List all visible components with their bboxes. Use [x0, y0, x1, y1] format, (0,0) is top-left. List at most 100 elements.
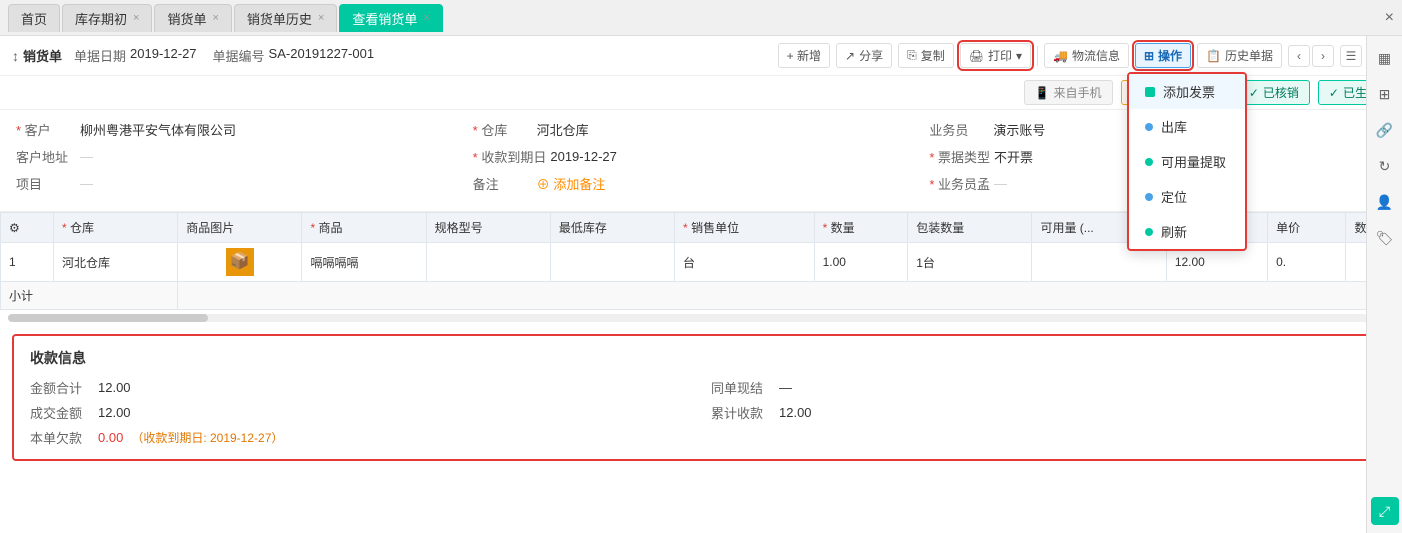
payment-info-title: 收款信息 [30, 348, 1372, 368]
cell-unit: 台 [675, 243, 815, 282]
global-close-button[interactable]: × [1385, 9, 1394, 27]
tab-sales-order[interactable]: 销货单 × [154, 4, 231, 32]
col-warehouse: 仓库 [54, 213, 178, 243]
sidebar-layout1-icon[interactable]: ▦ [1371, 44, 1399, 72]
payment-date-field: 收款到期日 2019-12-27 [473, 147, 930, 166]
tab-view-sales-close[interactable]: × [423, 12, 429, 24]
effective-icon: ✓ [1329, 86, 1339, 100]
cell-warehouse: 河北仓库 [54, 243, 178, 282]
horizontal-scrollbar[interactable] [8, 314, 1394, 322]
owe-item: 本单欠款 0.00 （收款到期日: 2019-12-27） [30, 428, 691, 447]
sidebar-link-icon[interactable]: 🔗 [1371, 116, 1399, 144]
col-settings[interactable]: ⚙ [1, 213, 54, 243]
tab-sales-history[interactable]: 销货单历史 × [234, 4, 337, 32]
dropdown-available-qty[interactable]: 可用量提取 [1129, 144, 1245, 179]
tab-sales-history-close[interactable]: × [318, 12, 324, 24]
doc-date: 单据日期 2019-12-27 [74, 46, 197, 65]
cell-spec [426, 243, 550, 282]
payment-info-panel: 收款信息 金额合计 12.00 同单现结 — 成交金额 12.00 [12, 334, 1390, 461]
doc-header: ↕ 销货单 单据日期 2019-12-27 单据编号 SA-20191227-0… [0, 36, 1402, 76]
print-icon: 🖨 [969, 49, 984, 63]
cell-product: 嗝嗝嗝嗝 [302, 243, 426, 282]
next-button[interactable]: › [1312, 45, 1334, 67]
cell-unit-price: 0. [1268, 243, 1346, 282]
doc-meta: 单据日期 2019-12-27 单据编号 SA-20191227-001 [74, 46, 766, 65]
copy-icon: ⎘ [907, 48, 917, 63]
operate-button[interactable]: ⊞ 操作 [1135, 43, 1191, 68]
print-button[interactable]: 🖨 打印 ▾ [960, 43, 1031, 68]
project-field: 项目 — [16, 174, 473, 193]
dropdown-outbound[interactable]: 出库 [1129, 109, 1245, 144]
note-field: 备注 ⊕ 添加备注 [473, 174, 930, 193]
locate-icon [1145, 193, 1153, 201]
right-sidebar: ▦ ⊞ 🔗 ↻ 👤 🏷 ⤢ [1366, 36, 1402, 533]
share-icon: ↗ [845, 49, 855, 63]
col-product-img: 商品图片 [178, 213, 302, 243]
cell-pkg-qty: 1台 [908, 243, 1032, 282]
sidebar-refresh-icon[interactable]: ↻ [1371, 152, 1399, 180]
col-unit: 销售单位 [675, 213, 815, 243]
toolbar-right: + 新增 ↗ 分享 ⎘ 复制 🖨 打印 ▾ [778, 43, 1390, 68]
add-invoice-icon [1145, 87, 1155, 97]
col-pkg-qty: 包装数量 [908, 213, 1032, 243]
separator [1037, 46, 1038, 66]
dropdown-locate[interactable]: 定位 [1129, 179, 1245, 214]
amount-total-item: 金额合计 12.00 [30, 378, 691, 397]
customer-field: 客户 柳州粤港平安气体有限公司 [16, 120, 473, 139]
outbound-icon [1145, 123, 1153, 131]
cell-qty: 1.00 [814, 243, 908, 282]
logistics-button[interactable]: 🚚 物流信息 [1044, 43, 1129, 68]
sidebar-layout2-icon[interactable]: ⊞ [1371, 80, 1399, 108]
history-icon: 📋 [1206, 49, 1221, 63]
cell-min-stock [550, 243, 674, 282]
dropdown-refresh[interactable]: 刷新 [1129, 214, 1245, 249]
dropdown-add-invoice[interactable]: 添加发票 [1129, 74, 1245, 109]
col-unit-price: 单价 [1268, 213, 1346, 243]
sales-order-icon: ↕ [12, 48, 19, 64]
doc-title: ↕ 销货单 [12, 46, 62, 65]
tab-sales-order-close[interactable]: × [212, 12, 218, 24]
doc-number: 单据编号 SA-20191227-001 [213, 46, 375, 65]
scrollbar-thumb[interactable] [8, 314, 208, 322]
sidebar-user-icon[interactable]: 👤 [1371, 188, 1399, 216]
cell-product-img: 📦 [178, 243, 302, 282]
operate-icon: ⊞ [1144, 49, 1154, 63]
sidebar-tag-icon[interactable]: 🏷 [1371, 224, 1399, 252]
sidebar-expand-icon[interactable]: ⤢ [1371, 497, 1399, 525]
dropdown-menu: 添加发票 出库 可用量提取 定位 刷新 [1127, 72, 1247, 251]
logistics-icon: 🚚 [1053, 49, 1068, 63]
deal-amount-item: 成交金额 12.00 [30, 403, 691, 422]
sold-button[interactable]: ✓ 已核销 [1238, 80, 1310, 105]
check-circle-icon: ✓ [1249, 86, 1259, 100]
print-arrow-icon: ▾ [1016, 49, 1022, 63]
settings-icon: ⚙ [9, 221, 20, 235]
add-note-button[interactable]: ⊕ 添加备注 [537, 174, 606, 193]
subtotal-label: 小计 [1, 282, 178, 310]
copy-button[interactable]: ⎘ 复制 [898, 43, 954, 68]
share-button[interactable]: ↗ 分享 [836, 43, 892, 68]
history-button[interactable]: 📋 历史单据 [1197, 43, 1282, 68]
col-min-stock: 最低库存 [550, 213, 674, 243]
tab-view-sales[interactable]: 查看销货单 × [339, 4, 442, 32]
same-order-item: 同单现结 — [711, 378, 1372, 397]
col-spec: 规格型号 [426, 213, 550, 243]
cell-num: 1 [1, 243, 54, 282]
col-product: 商品 [302, 213, 426, 243]
tab-inventory-init[interactable]: 库存期初 × [62, 4, 152, 32]
cumulative-item: 累计收款 12.00 [711, 403, 1372, 422]
list-view-button[interactable]: ☰ [1340, 45, 1362, 67]
warehouse-field: 仓库 河北仓库 [473, 120, 930, 139]
nav-arrows: ‹ › [1288, 45, 1334, 67]
tab-inventory-init-close[interactable]: × [133, 12, 139, 24]
prev-button[interactable]: ‹ [1288, 45, 1310, 67]
tab-home[interactable]: 首页 [8, 4, 60, 32]
tab-bar: 首页 库存期初 × 销货单 × 销货单历史 × 查看销货单 × × [0, 0, 1402, 36]
available-qty-icon [1145, 158, 1153, 166]
from-phone-button[interactable]: 📱 来自手机 [1024, 80, 1113, 105]
plus-icon: ⊕ [537, 177, 550, 192]
operate-dropdown: 添加发票 出库 可用量提取 定位 刷新 [1127, 72, 1247, 251]
subtotal-row: 小计 [1, 282, 1402, 310]
refresh-icon [1145, 228, 1153, 236]
payment-info-grid: 金额合计 12.00 同单现结 — 成交金额 12.00 累计收款 [30, 378, 1372, 447]
new-button[interactable]: + 新增 [778, 43, 830, 68]
